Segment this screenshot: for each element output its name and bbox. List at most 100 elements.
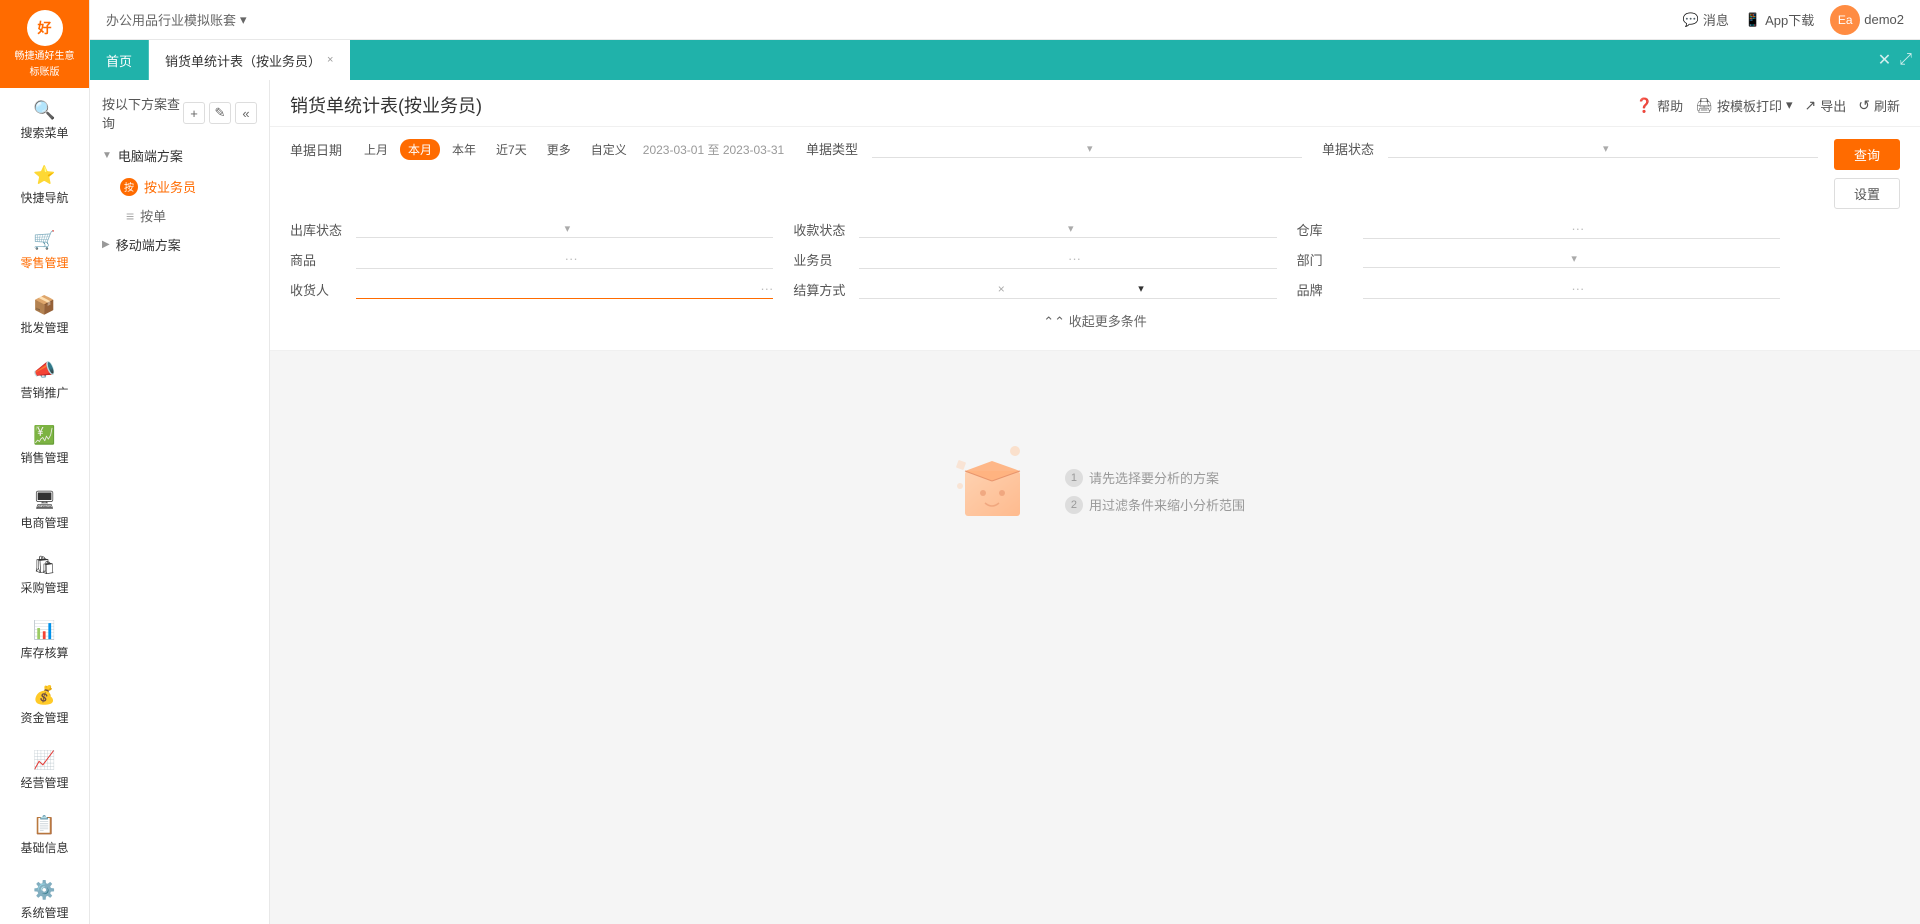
salesman-scheme-icon: 按 [120, 178, 138, 196]
doc-status-select[interactable]: ▾ [1388, 140, 1818, 158]
tree-group-mobile-header[interactable]: ▶ 移动端方案 [90, 229, 269, 260]
tree-child-by-salesman[interactable]: 按 按业务员 [90, 171, 269, 202]
window-close-icon[interactable]: ✕ [1878, 50, 1891, 70]
collapse-more-button[interactable]: ⌃⌃ 收起更多条件 [290, 303, 1900, 338]
query-button[interactable]: 查询 [1834, 139, 1900, 170]
brand-dots-icon[interactable]: ··· [1571, 281, 1778, 296]
date-filter-buttons: 上月 本月 本年 近7天 更多 自定义 2023-03-01 至 2023-03… [356, 139, 786, 160]
sidebar-item-operation[interactable]: 📈 经营管理 [0, 738, 90, 803]
help-button[interactable]: ❓ 帮助 [1636, 96, 1683, 115]
tree-group-desktop-header[interactable]: ▼ 电脑端方案 [90, 140, 269, 171]
sidebar-item-quick[interactable]: ⭐ 快捷导航 [0, 153, 90, 218]
tab-close-icon[interactable]: × [327, 54, 333, 66]
doc-type-label: 单据类型 [806, 139, 866, 158]
salesman-input[interactable]: ··· [859, 249, 1276, 269]
receiver-dots-icon[interactable]: ··· [760, 281, 773, 296]
tab-home[interactable]: 首页 [90, 40, 149, 80]
print-dropdown-icon: ▾ [1786, 97, 1793, 113]
topbar-right: 💬 消息 📱 App下载 Ea demo2 [1683, 5, 1904, 35]
receiver-field: 收货人 ··· [290, 279, 773, 299]
date-field-label: 单据日期 [290, 140, 350, 159]
payment-method-arrow: ▾ [1138, 282, 1274, 295]
sidebar-item-ecom[interactable]: 🖥 电商管理 [0, 478, 90, 543]
search-icon: 🔍 [5, 100, 85, 121]
sidebar-item-retail[interactable]: 🛒 零售管理 [0, 218, 90, 283]
export-button[interactable]: ↗ 导出 [1805, 96, 1847, 115]
sidebar-item-marketing[interactable]: 📣 营销推广 [0, 348, 90, 413]
topbar-left: 办公用品行业模拟账套 ▾ [106, 10, 247, 29]
dept-label: 部门 [1297, 250, 1357, 269]
warehouse-field: 仓库 ··· [1277, 219, 1780, 239]
receiver-input[interactable] [356, 279, 760, 298]
tree-group-mobile: ▶ 移动端方案 [90, 229, 269, 260]
tree-sub-by-order[interactable]: ≡ 按单 [90, 202, 269, 229]
cart-icon: 🛒 [5, 230, 85, 251]
main-area: 办公用品行业模拟账套 ▾ 💬 消息 📱 App下载 Ea demo2 首页 [90, 0, 1920, 924]
sidebar-item-search[interactable]: 🔍 搜索菜单 [0, 88, 90, 153]
product-input[interactable]: ··· [356, 249, 773, 269]
salesman-dots-icon[interactable]: ··· [1068, 251, 1275, 266]
query-buttons-area: 查询 设置 [1834, 139, 1900, 209]
edit-scheme-button[interactable]: ✎ [209, 102, 231, 124]
doc-type-select[interactable]: ▾ [872, 140, 1302, 158]
date-btn-more[interactable]: 更多 [539, 139, 579, 160]
tip-1-num: 1 [1065, 469, 1083, 487]
product-dots-icon[interactable]: ··· [565, 251, 772, 266]
warehouse-dots-icon[interactable]: ··· [1571, 221, 1778, 236]
salesman-label: 业务员 [793, 250, 853, 269]
doc-status-field: 单据状态 ▾ [1302, 139, 1818, 158]
date-filter-row: 单据日期 上月 本月 本年 近7天 更多 自定义 2023-03-01 至 20… [290, 139, 786, 160]
sidebar-item-stock[interactable]: 📊 库存核算 [0, 608, 90, 673]
sidebar-item-wholesale[interactable]: 📦 批发管理 [0, 283, 90, 348]
brand-field: 品牌 ··· [1277, 279, 1780, 299]
refresh-icon: ↺ [1858, 97, 1870, 114]
date-btn-custom[interactable]: 自定义 [583, 139, 635, 160]
dept-select[interactable]: ▾ [1363, 250, 1780, 268]
window-restore-icon[interactable]: ⤢ [1899, 51, 1912, 69]
tabs-right-buttons: ✕ ⤢ [1878, 50, 1920, 70]
warehouse-input[interactable]: ··· [1363, 219, 1780, 239]
monitor-icon: 🖥 [5, 490, 85, 511]
chart-icon: 💹 [5, 425, 85, 446]
payment-status-label: 收款状态 [793, 220, 853, 239]
receiver-input-wrap[interactable]: ··· [356, 279, 773, 299]
settings-button[interactable]: 设置 [1834, 178, 1900, 209]
home-label: 首页 [106, 51, 132, 70]
tip-1-text: 请先选择要分析的方案 [1089, 468, 1219, 487]
app-selector-button[interactable]: 办公用品行业模拟账套 ▾ [106, 10, 247, 29]
tip-2-text: 用过滤条件来缩小分析范围 [1089, 495, 1245, 514]
out-status-arrow: ▾ [565, 222, 772, 235]
date-btn-this-year[interactable]: 本年 [444, 139, 484, 160]
date-btn-7days[interactable]: 近7天 [488, 139, 535, 160]
message-button[interactable]: 💬 消息 [1683, 10, 1729, 29]
date-btn-this-month[interactable]: 本月 [400, 139, 440, 160]
payment-method-clear-icon[interactable]: × [998, 282, 1134, 296]
refresh-button[interactable]: ↺ 刷新 [1858, 96, 1900, 115]
page-header: 销货单统计表(按业务员) ❓ 帮助 🖨 按模板打印 ▾ ↗ 导出 [270, 80, 1920, 127]
print-button[interactable]: 🖨 按模板打印 ▾ [1695, 96, 1792, 115]
sidebar-version: 标账版 [30, 63, 60, 78]
out-status-field: 出库状态 ▾ [290, 220, 773, 239]
collapse-panel-button[interactable]: « [235, 102, 257, 124]
out-status-select[interactable]: ▾ [356, 220, 773, 238]
dept-arrow: ▾ [1571, 252, 1778, 265]
search-area: 单据日期 上月 本月 本年 近7天 更多 自定义 2023-03-01 至 20… [270, 127, 1920, 351]
brand-input[interactable]: ··· [1363, 279, 1780, 299]
app-download-button[interactable]: 📱 App下载 [1745, 10, 1814, 29]
sidebar-item-purchase[interactable]: 🛍 采购管理 [0, 543, 90, 608]
active-tab-label: 销货单统计表（按业务员） [165, 51, 321, 70]
sidebar-item-system[interactable]: ⚙️ 系统管理 [0, 868, 90, 924]
sidebar-item-basic[interactable]: 📋 基础信息 [0, 803, 90, 868]
date-btn-last-month[interactable]: 上月 [356, 139, 396, 160]
empty-tip-2: 2 用过滤条件来缩小分析范围 [1065, 495, 1245, 514]
tab-active[interactable]: 销货单统计表（按业务员） × [149, 40, 350, 80]
user-profile-button[interactable]: Ea demo2 [1830, 5, 1904, 35]
sidebar-item-finance[interactable]: 💰 资金管理 [0, 673, 90, 738]
export-icon: ↗ [1805, 97, 1817, 114]
payment-method-select[interactable]: × ▾ [859, 280, 1276, 299]
tree-group-mobile-label: 移动端方案 [116, 235, 181, 254]
warehouse-label: 仓库 [1297, 220, 1357, 239]
payment-status-select[interactable]: ▾ [859, 220, 1276, 238]
add-scheme-button[interactable]: + [183, 102, 205, 124]
sidebar-item-sales[interactable]: 💹 销售管理 [0, 413, 90, 478]
